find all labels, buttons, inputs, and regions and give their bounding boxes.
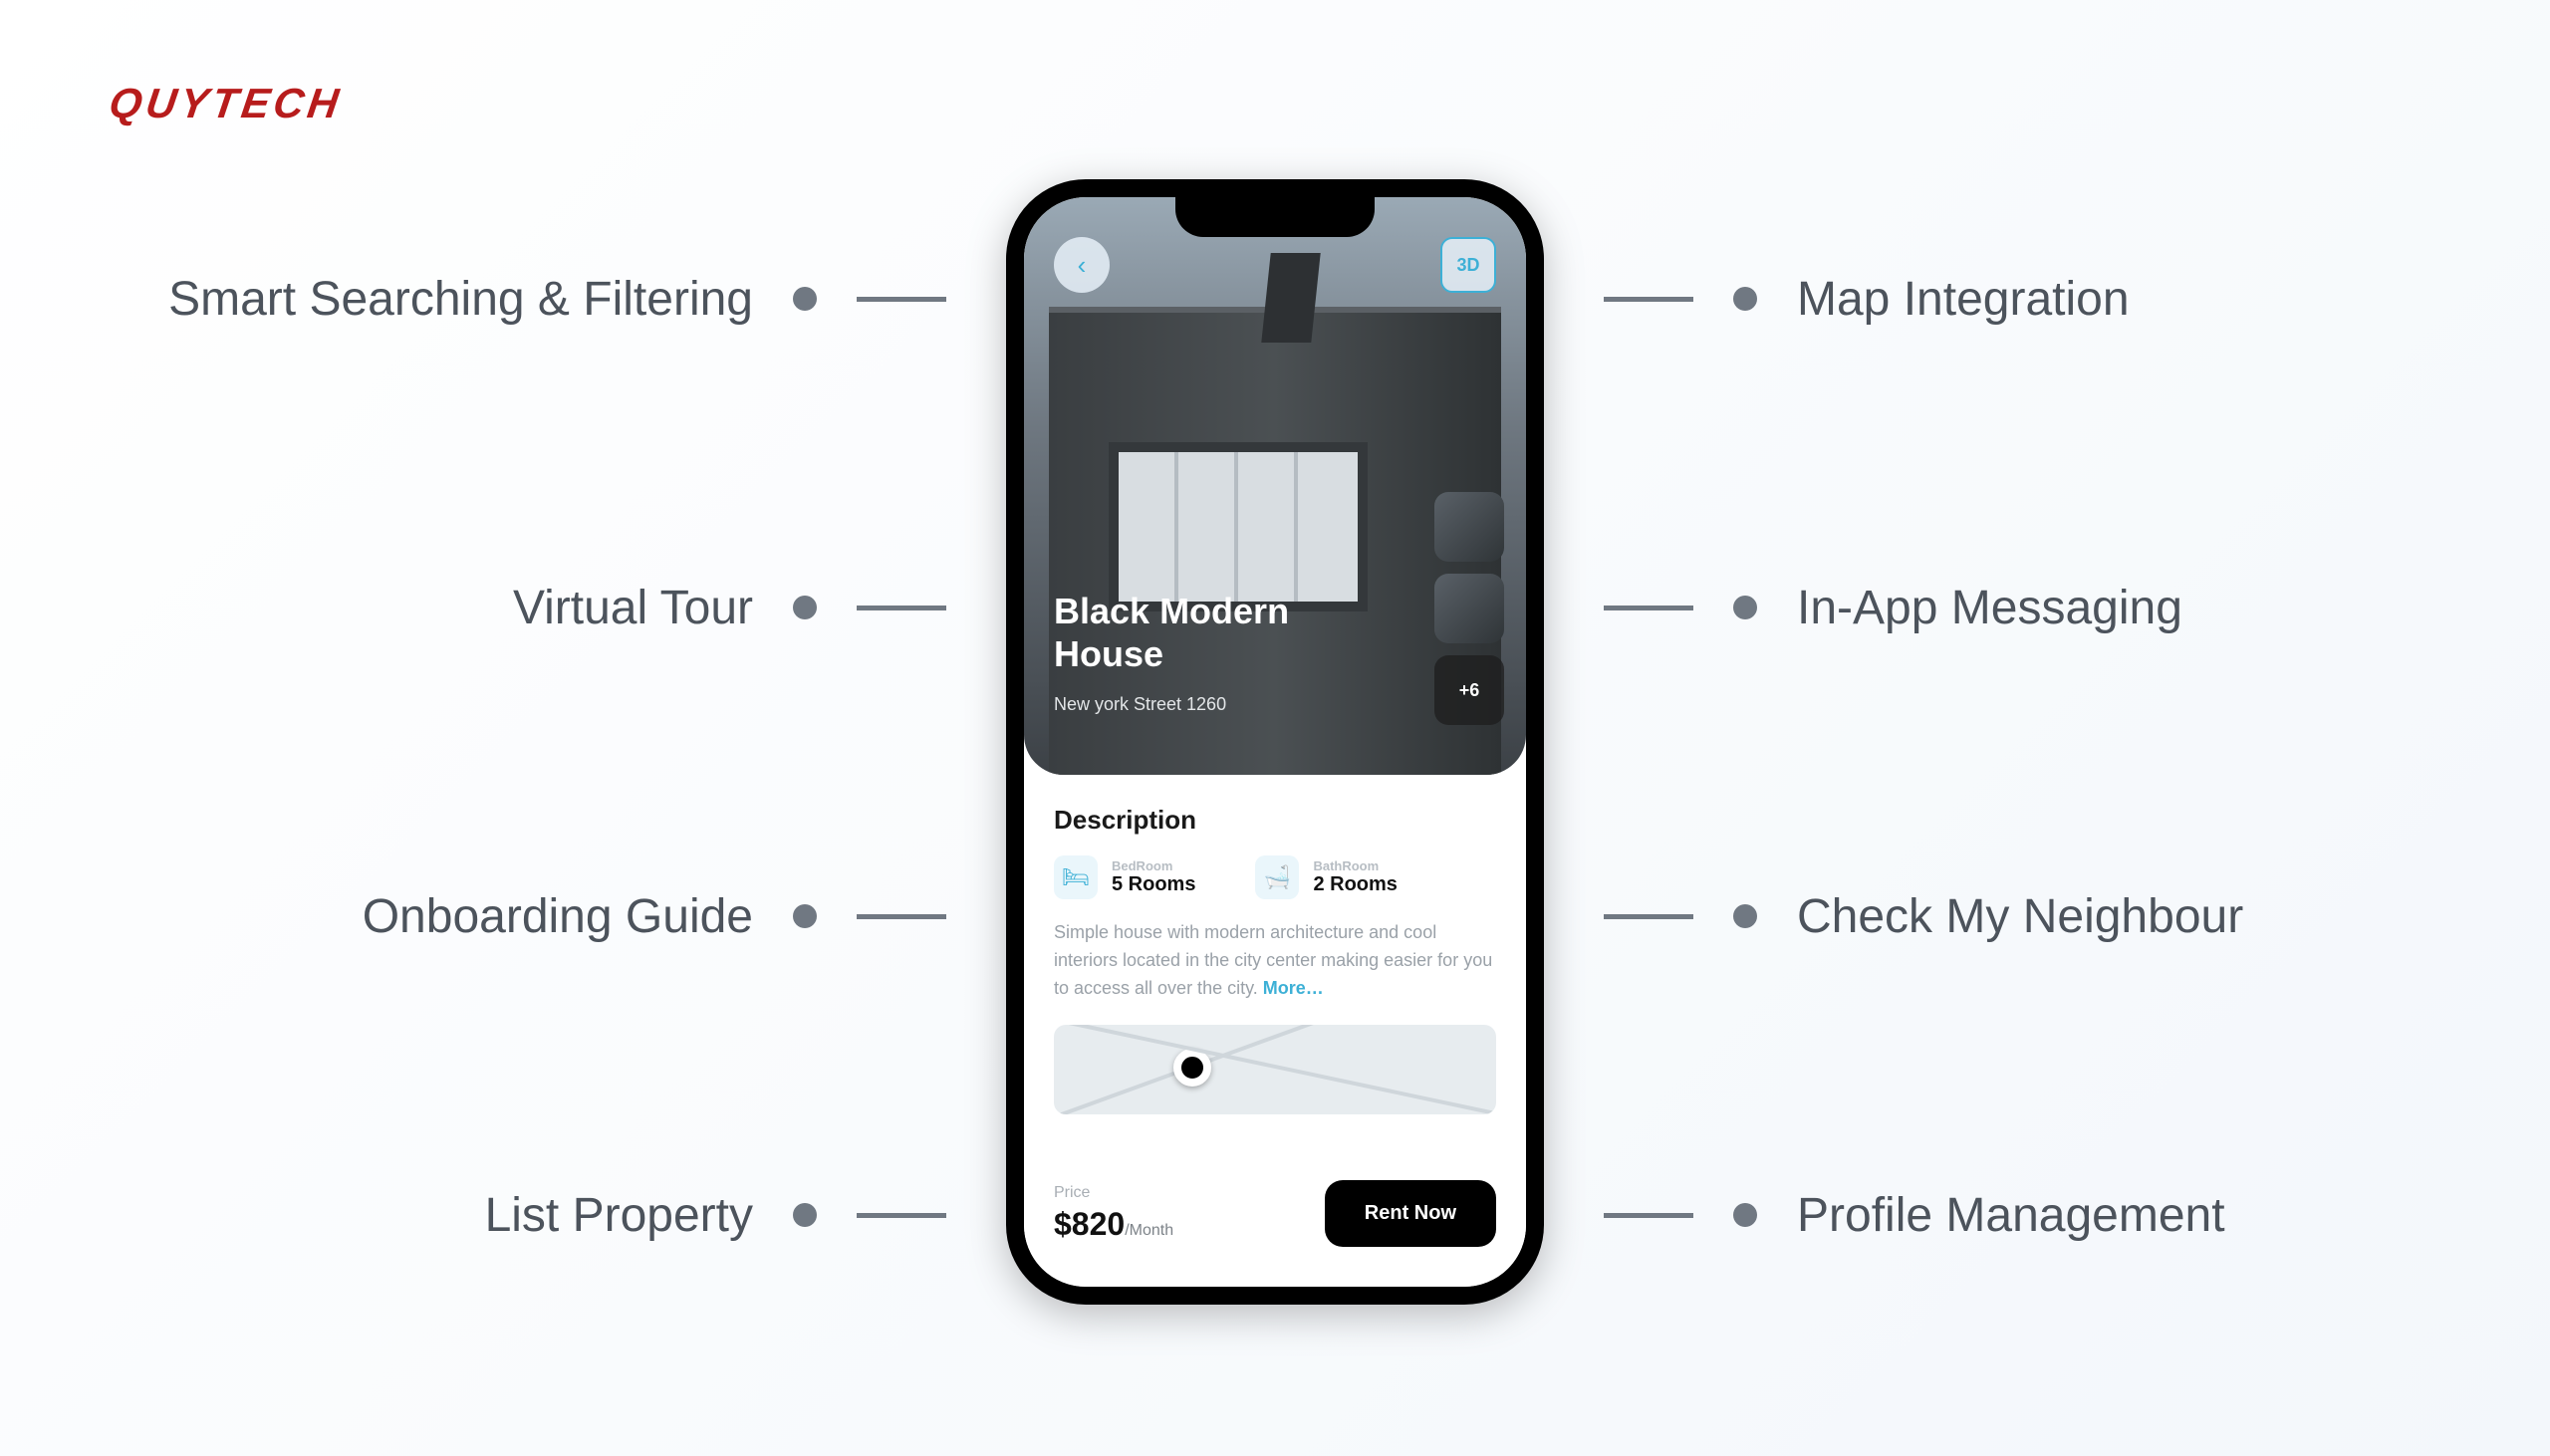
description-text: Simple house with modern architecture an… <box>1054 919 1496 1003</box>
connector-dot-icon <box>793 904 817 928</box>
stat-bathroom: 🛁 BathRoom 2 Rooms <box>1255 855 1397 899</box>
phone-mockup: ‹ 3D Black Modern House New york Street … <box>1006 179 1544 1305</box>
bed-icon: 🛏 <box>1054 855 1098 899</box>
stat-bedroom: 🛏 BedRoom 5 Rooms <box>1054 855 1195 899</box>
connector-line <box>857 297 946 302</box>
stat-label: BedRoom <box>1112 858 1195 873</box>
stat-value: 2 Rooms <box>1313 873 1397 895</box>
property-hero: ‹ 3D Black Modern House New york Street … <box>1024 197 1526 775</box>
view-3d-button[interactable]: 3D <box>1440 237 1496 293</box>
connector-line <box>1604 1213 1693 1218</box>
feature-callout-left: Onboarding Guide <box>363 889 946 944</box>
chevron-left-icon: ‹ <box>1078 250 1087 281</box>
feature-callout-left: Virtual Tour <box>513 581 946 635</box>
feature-callout-right: Map Integration <box>1604 272 2130 327</box>
feature-callout-right: In-App Messaging <box>1604 581 2182 635</box>
read-more-link[interactable]: More… <box>1263 978 1324 998</box>
property-stats: 🛏 BedRoom 5 Rooms 🛁 BathRoom 2 Rooms <box>1054 855 1496 899</box>
description-section: Description 🛏 BedRoom 5 Rooms 🛁 BathRoom… <box>1024 775 1526 1003</box>
back-button[interactable]: ‹ <box>1054 237 1110 293</box>
connector-dot-icon <box>1733 904 1757 928</box>
stat-label: BathRoom <box>1313 858 1397 873</box>
connector-line <box>1604 297 1693 302</box>
location-map[interactable] <box>1054 1025 1496 1114</box>
description-heading: Description <box>1054 805 1496 836</box>
feature-label: Profile Management <box>1797 1188 2225 1243</box>
gallery-thumbnails: +6 <box>1434 492 1504 725</box>
stat-value: 5 Rooms <box>1112 873 1195 895</box>
feature-label: Onboarding Guide <box>363 889 753 944</box>
connector-dot-icon <box>793 1203 817 1227</box>
feature-label: Smart Searching & Filtering <box>168 272 753 327</box>
connector-line <box>1604 914 1693 919</box>
connector-dot-icon <box>793 596 817 619</box>
connector-line <box>857 606 946 610</box>
price-label: Price <box>1054 1184 1173 1202</box>
bath-icon: 🛁 <box>1255 855 1299 899</box>
rent-now-button[interactable]: Rent Now <box>1325 1180 1496 1247</box>
brand-logo: QUYTECH <box>107 80 346 127</box>
phone-notch <box>1175 195 1375 237</box>
feature-label: Check My Neighbour <box>1797 889 2243 944</box>
price-unit: /Month <box>1125 1222 1173 1239</box>
connector-dot-icon <box>1733 1203 1757 1227</box>
gallery-thumb-more[interactable]: +6 <box>1434 655 1504 725</box>
gallery-thumb[interactable] <box>1434 574 1504 643</box>
connector-dot-icon <box>793 287 817 311</box>
price-footer: Price $820/Month Rent Now <box>1024 1154 1526 1287</box>
property-address: New york Street 1260 <box>1054 694 1226 715</box>
map-pin-icon <box>1173 1049 1211 1087</box>
feature-callout-right: Profile Management <box>1604 1188 2225 1243</box>
property-title: Black Modern House <box>1054 590 1353 675</box>
connector-dot-icon <box>1733 596 1757 619</box>
feature-callout-left: List Property <box>485 1188 946 1243</box>
connector-line <box>857 914 946 919</box>
price-value: $820 <box>1054 1206 1125 1242</box>
feature-label: List Property <box>485 1188 753 1243</box>
connector-dot-icon <box>1733 287 1757 311</box>
price-display: Price $820/Month <box>1054 1184 1173 1243</box>
feature-label: Map Integration <box>1797 272 2130 327</box>
connector-line <box>857 1213 946 1218</box>
feature-callout-right: Check My Neighbour <box>1604 889 2243 944</box>
feature-label: In-App Messaging <box>1797 581 2182 635</box>
feature-callout-left: Smart Searching & Filtering <box>168 272 946 327</box>
feature-label: Virtual Tour <box>513 581 753 635</box>
gallery-thumb[interactable] <box>1434 492 1504 562</box>
connector-line <box>1604 606 1693 610</box>
